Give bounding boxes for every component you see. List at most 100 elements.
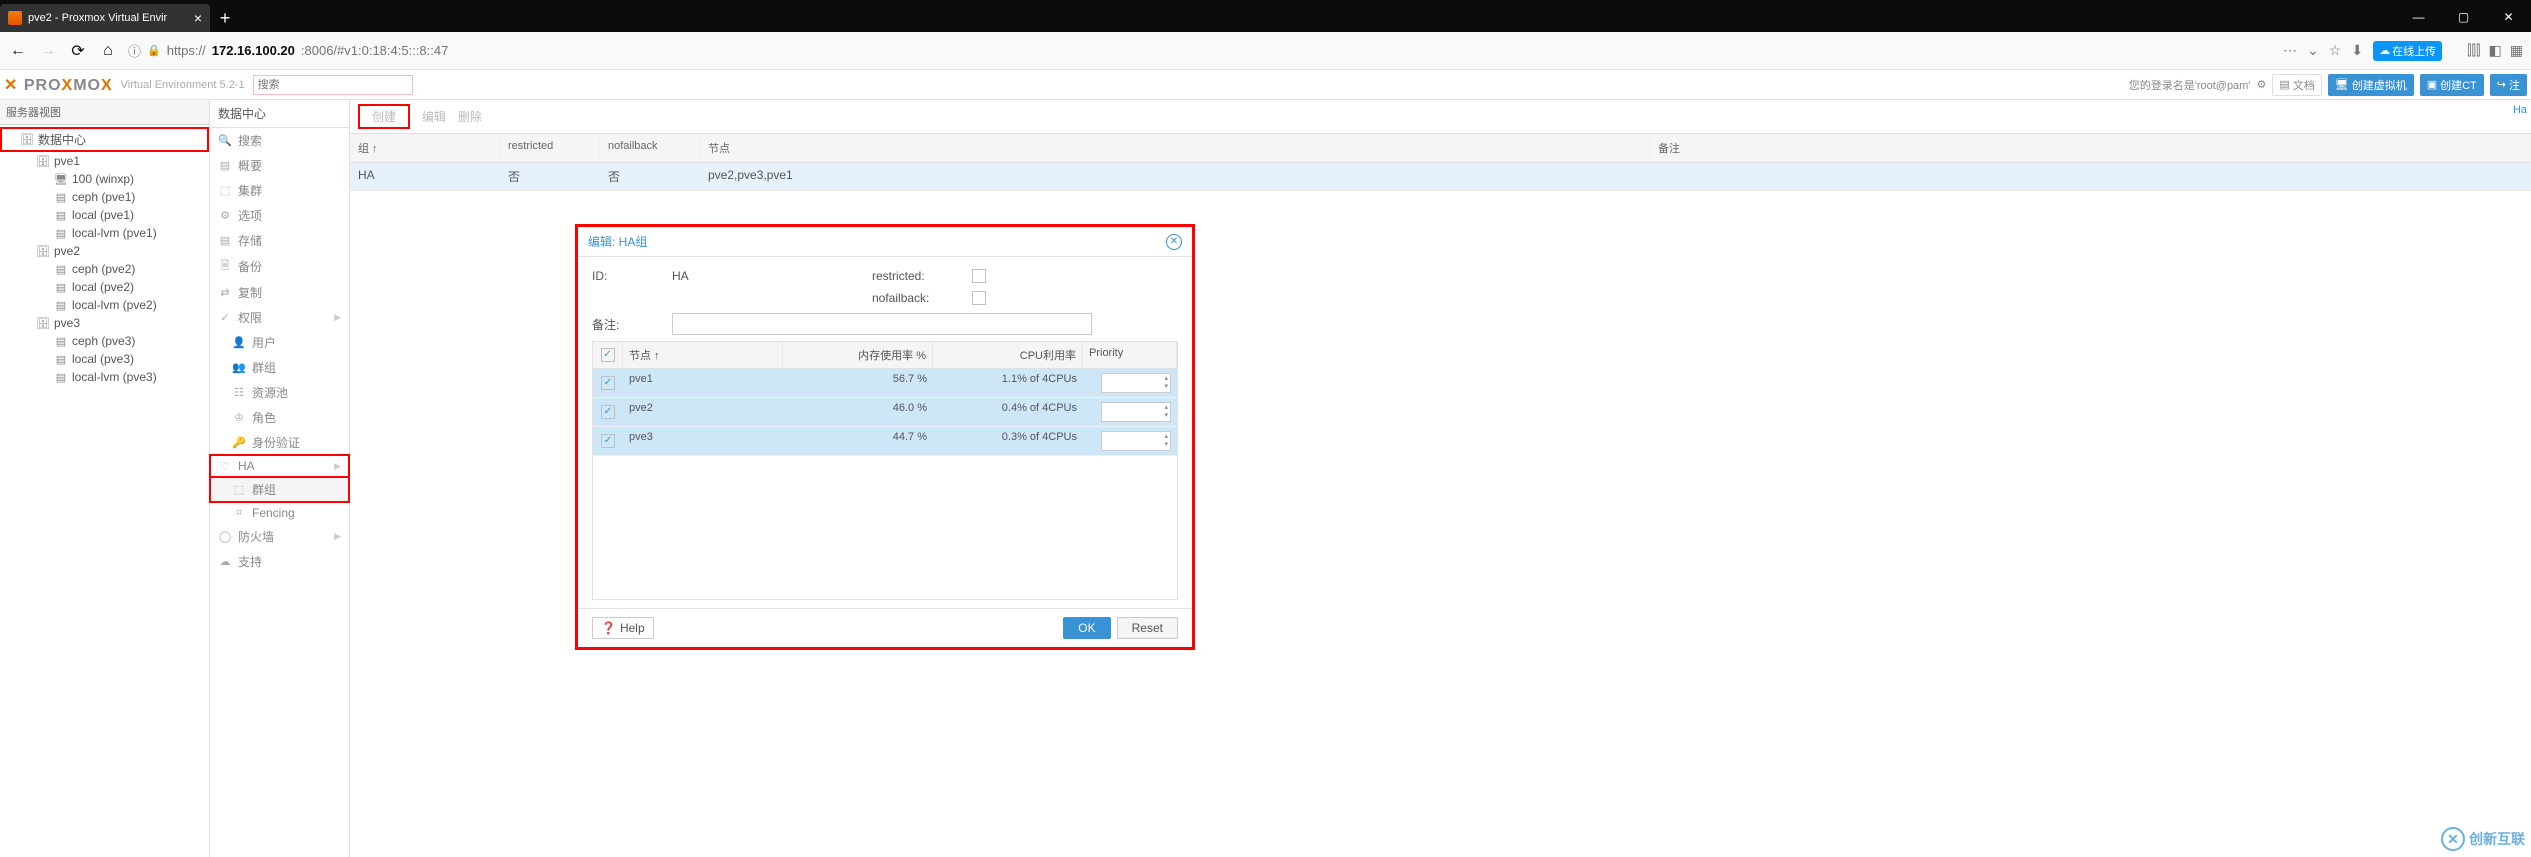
row-checkbox[interactable] — [601, 434, 615, 448]
tree-item[interactable]: ▤local (pve3) — [0, 350, 209, 368]
col-id[interactable]: 组 ↑ — [350, 134, 500, 162]
select-all-checkbox[interactable] — [601, 348, 615, 362]
edit-button[interactable]: 编辑 — [422, 108, 446, 125]
home-button[interactable]: ⌂ — [98, 42, 118, 60]
config-icon: 🗎 — [218, 257, 232, 276]
tree-item[interactable]: ▤ceph (pve1) — [0, 188, 209, 206]
priority-spinner[interactable] — [1101, 431, 1171, 451]
config-item[interactable]: ⌗Fencing — [210, 502, 349, 524]
row-checkbox[interactable] — [601, 405, 615, 419]
tree-item[interactable]: ▤local-lvm (pve1) — [0, 224, 209, 242]
node-row[interactable]: pve344.7 %0.3% of 4CPUs — [593, 427, 1177, 456]
create-vm-button[interactable]: 🖥创建虚拟机 — [2328, 74, 2414, 96]
col-restricted[interactable]: restricted — [500, 134, 600, 162]
col-nofailback[interactable]: nofailback — [600, 134, 700, 162]
help-button[interactable]: ❓Help — [592, 617, 654, 639]
col-node[interactable]: 节点 ↑ — [623, 342, 783, 368]
reset-button[interactable]: Reset — [1117, 617, 1178, 639]
forward-button[interactable]: → — [38, 42, 58, 60]
tree-item[interactable]: ▤local-lvm (pve3) — [0, 368, 209, 386]
config-item[interactable]: 👥群组 — [210, 355, 349, 380]
close-window-button[interactable]: ✕ — [2486, 2, 2531, 32]
config-item[interactable]: 🔍搜索 — [210, 128, 349, 153]
logout-button[interactable]: ↪注 — [2490, 74, 2527, 96]
config-item[interactable]: ▤存储 — [210, 228, 349, 253]
restricted-checkbox[interactable] — [972, 269, 986, 283]
upload-pill[interactable]: ☁在线上传 — [2373, 41, 2442, 61]
config-item[interactable]: ☷资源池 — [210, 380, 349, 405]
row-checkbox[interactable] — [601, 376, 615, 390]
priority-spinner[interactable] — [1101, 402, 1171, 422]
ok-button[interactable]: OK — [1063, 617, 1110, 639]
node-icon: 🗄 — [36, 245, 50, 258]
config-item[interactable]: ◯防火墙▶ — [210, 524, 349, 549]
col-remark[interactable]: 备注 — [1650, 134, 2531, 162]
tree-item[interactable]: 🖥100 (winxp) — [0, 170, 209, 188]
config-item[interactable]: 👤用户 — [210, 330, 349, 355]
tree-item[interactable]: ▤ceph (pve2) — [0, 260, 209, 278]
tree-item[interactable]: ▤local-lvm (pve2) — [0, 296, 209, 314]
sidebar-icon[interactable]: ◧ — [2489, 42, 2502, 59]
chevron-icon: ▶ — [334, 461, 341, 472]
col-nodes[interactable]: 节点 — [700, 134, 1650, 162]
config-icon: ▤ — [218, 234, 232, 247]
download-icon[interactable]: ⬇ — [2351, 42, 2363, 59]
tree-node[interactable]: 🗄pve2 — [0, 242, 209, 260]
config-item[interactable]: ▤概要 — [210, 153, 349, 178]
config-item[interactable]: ⬚集群 — [210, 178, 349, 203]
right-help-label[interactable]: Ha — [2513, 104, 2527, 116]
tree-item[interactable]: ▤local (pve1) — [0, 206, 209, 224]
remove-button[interactable]: 删除 — [458, 108, 482, 125]
config-item[interactable]: ☁支持 — [210, 549, 349, 574]
priority-spinner[interactable] — [1101, 373, 1171, 393]
gear-icon[interactable]: ⚙ — [2256, 78, 2266, 91]
docs-button[interactable]: ▤文档 — [2272, 74, 2321, 96]
col-cpu[interactable]: CPU利用率 — [933, 342, 1083, 368]
node-icon: 🗄 — [36, 317, 50, 330]
node-icon: 🗄 — [36, 155, 50, 168]
config-item[interactable]: 🗎备份 — [210, 253, 349, 280]
tree-item[interactable]: ▤ceph (pve3) — [0, 332, 209, 350]
config-item[interactable]: ⬚群组 — [210, 477, 349, 502]
storage-icon: ▤ — [54, 191, 68, 204]
minimize-button[interactable]: ― — [2396, 2, 2441, 32]
dialog-close-button[interactable]: ✕ — [1166, 234, 1182, 250]
col-mem[interactable]: 内存使用率 % — [783, 342, 933, 368]
col-priority[interactable]: Priority — [1083, 342, 1177, 368]
config-item[interactable]: ⚙选项 — [210, 203, 349, 228]
grid-row[interactable]: HA 否 否 pve2,pve3,pve1 — [350, 163, 2531, 191]
nofailback-checkbox[interactable] — [972, 291, 986, 305]
create-ct-button[interactable]: ▣创建CT — [2420, 74, 2484, 96]
dialog-title-bar[interactable]: 编辑: HA组 ✕ — [578, 227, 1192, 257]
url-bar[interactable]: ⓘ 🔒 https://172.16.100.20:8006/#v1:0:18:… — [128, 41, 2088, 60]
header-search-input[interactable] — [253, 75, 413, 95]
tree-node[interactable]: 🗄pve3 — [0, 314, 209, 332]
remark-input[interactable] — [672, 313, 1092, 335]
star-icon[interactable]: ☆ — [2329, 42, 2342, 59]
storage-icon: ▤ — [54, 371, 68, 384]
tree-datacenter[interactable]: 🗄数据中心 — [0, 127, 209, 152]
reload-button[interactable]: ⟳ — [68, 41, 88, 61]
maximize-button[interactable]: ▢ — [2441, 2, 2486, 32]
create-button[interactable]: 创建 — [358, 104, 410, 129]
ext-icon[interactable]: ▦ — [2510, 42, 2523, 59]
library-icon[interactable]: ⫿⫿⫿ — [2467, 42, 2480, 59]
config-item[interactable]: ♔角色 — [210, 405, 349, 430]
watermark-icon: ✕ — [2441, 827, 2465, 851]
tree-node[interactable]: 🗄pve1 — [0, 152, 209, 170]
browser-tab[interactable]: pve2 - Proxmox Virtual Envir × — [0, 4, 210, 32]
back-button[interactable]: ← — [8, 42, 28, 60]
node-row[interactable]: pve156.7 %1.1% of 4CPUs — [593, 369, 1177, 398]
config-item[interactable]: ✓权限▶ — [210, 305, 349, 330]
server-tree-panel: 服务器视图 🗄数据中心 🗄pve1🖥100 (winxp)▤ceph (pve1… — [0, 100, 210, 857]
config-item[interactable]: ⇄复制 — [210, 280, 349, 305]
close-icon[interactable]: × — [194, 10, 202, 26]
config-item[interactable]: 🔑身份验证 — [210, 430, 349, 455]
more-icon[interactable]: ⋯ — [2283, 42, 2297, 59]
info-icon[interactable]: ⓘ — [128, 41, 141, 60]
new-tab-button[interactable]: + — [210, 4, 240, 32]
tree-item[interactable]: ▤local (pve2) — [0, 278, 209, 296]
dropdown-icon[interactable]: ⌄ — [2307, 42, 2319, 59]
node-row[interactable]: pve246.0 %0.4% of 4CPUs — [593, 398, 1177, 427]
config-item[interactable]: ♡HA▶ — [210, 455, 349, 477]
